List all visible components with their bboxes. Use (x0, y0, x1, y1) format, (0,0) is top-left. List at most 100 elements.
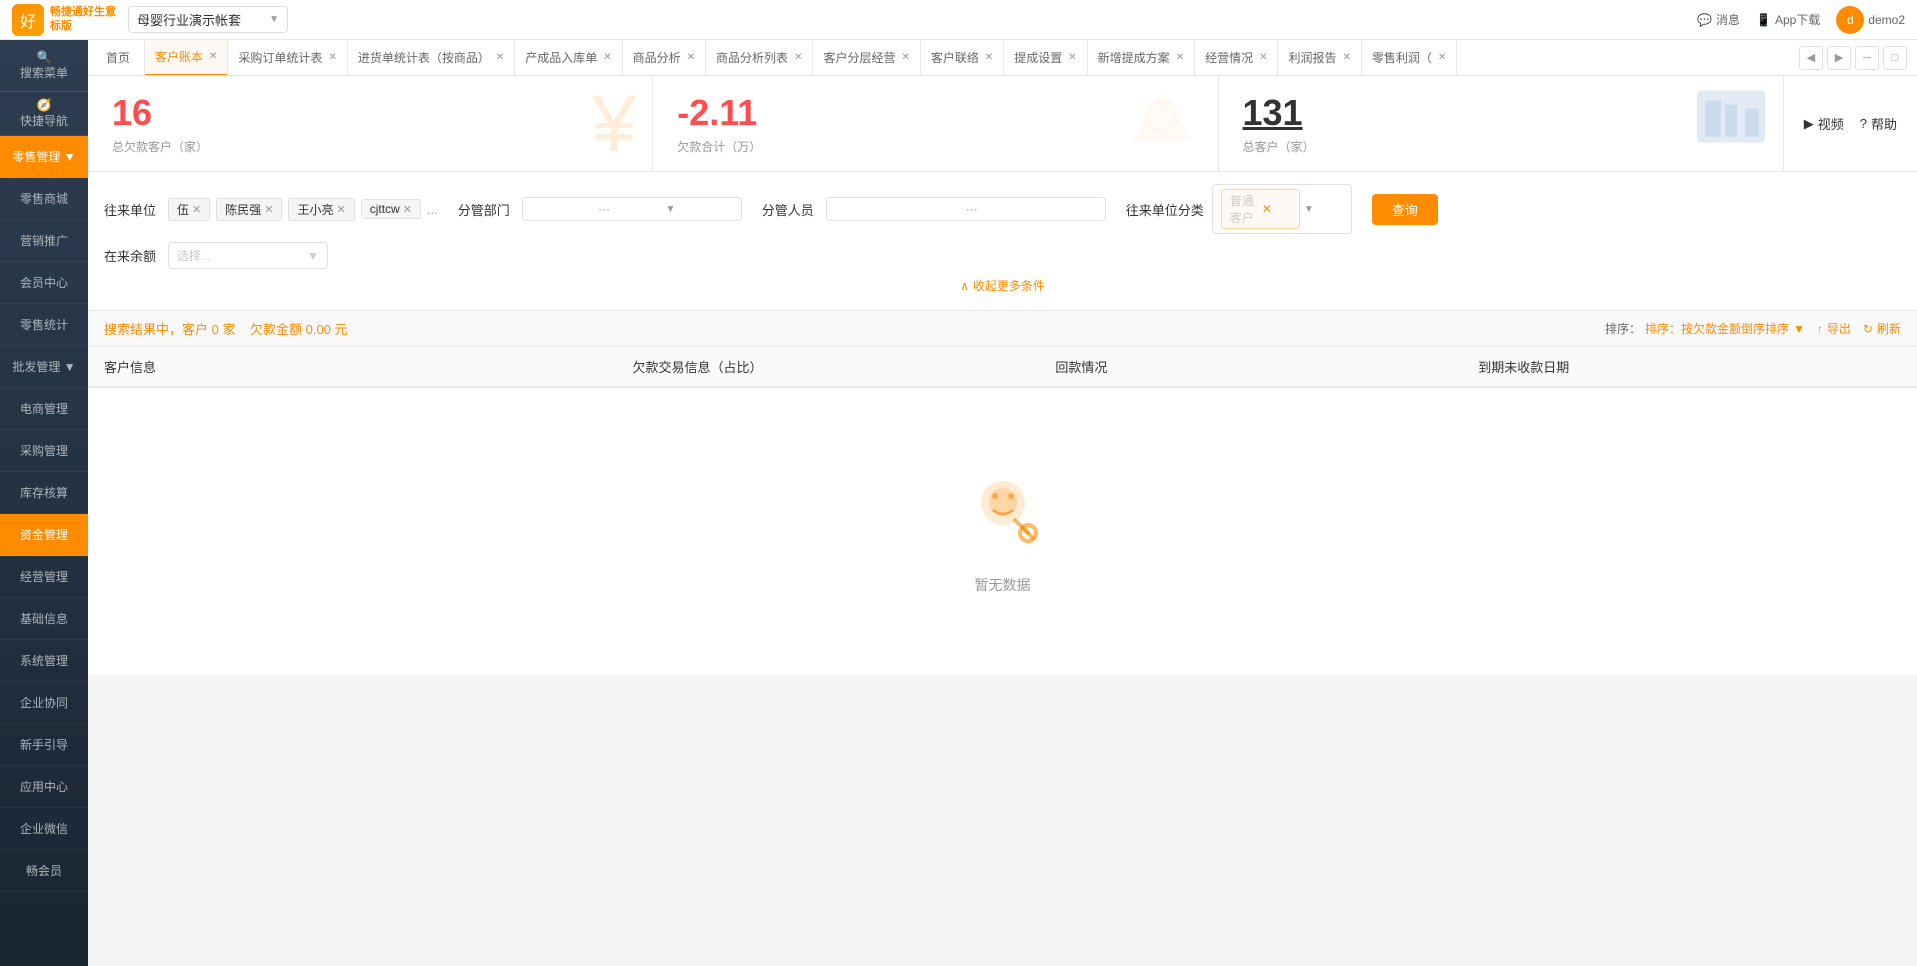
top-bar-right: 💬 消息 📱 App下载 d demo2 (1697, 6, 1905, 34)
tab-home[interactable]: 首页 (92, 40, 145, 76)
remove-tag-cjttcw[interactable]: ✕ (403, 203, 412, 216)
remove-tag-chen[interactable]: ✕ (264, 203, 273, 216)
collapse-button[interactable]: ∧ 收起更多条件 (952, 273, 1053, 298)
refresh-button[interactable]: ↻ 刷新 (1863, 320, 1901, 337)
export-icon: ↑ (1817, 322, 1823, 336)
remove-tag-wang[interactable]: ✕ (336, 203, 345, 216)
tab-business-status[interactable]: 经营情况 ✕ (1195, 40, 1278, 76)
tab-commission-setting[interactable]: 提成设置 ✕ (1004, 40, 1087, 76)
export-button[interactable]: ↑ 导出 (1817, 320, 1851, 337)
stat-bg-icon-customers: ¥ (592, 78, 637, 170)
stat-item-customers: 16 总欠款客户（家） ¥ (88, 76, 653, 171)
sidebar-item-retail-stats[interactable]: 零售统计 (0, 304, 88, 346)
sidebar-item-member-center[interactable]: 会员中心 (0, 262, 88, 304)
export-label: 导出 (1827, 320, 1851, 337)
sidebar-item-ecommerce[interactable]: 电商管理 (0, 388, 88, 430)
sidebar-item-wechat[interactable]: 企业微信 (0, 808, 88, 850)
app-download-button[interactable]: 📱 App下载 (1756, 11, 1820, 28)
tab-scroll-right[interactable]: ▶ (1827, 46, 1851, 70)
dropdown-arrow: ▼ (665, 204, 732, 215)
filter-select-category[interactable]: 普通客户 ✕ ▼ (1212, 184, 1352, 234)
store-dropdown-arrow: ▼ (269, 14, 279, 25)
tab-goods-analysis-list[interactable]: 商品分析列表 ✕ (706, 40, 813, 76)
query-button[interactable]: 查询 (1372, 194, 1438, 225)
remove-category-tag[interactable]: ✕ (1262, 202, 1291, 216)
close-icon[interactable]: ✕ (1176, 52, 1184, 63)
close-icon[interactable]: ✕ (794, 52, 802, 63)
tab-controls: ◀ ▶ ─ □ (1793, 46, 1913, 70)
close-icon[interactable]: ✕ (901, 52, 909, 63)
sidebar-item-label: 基础信息 (20, 612, 68, 626)
tab-label: 新增提成方案 (1098, 49, 1170, 66)
tab-incoming-stats[interactable]: 进货单统计表（按商品） ✕ (348, 40, 515, 76)
filter-tag-wang[interactable]: 王小亮 ✕ (288, 198, 354, 221)
filter-tag-cjttcw[interactable]: cjttcw ✕ (361, 199, 421, 219)
col-header-arrears: 欠款交易信息（占比） (633, 357, 1056, 376)
sidebar-quick-nav[interactable]: 🧭 快捷导航 (0, 92, 88, 136)
sidebar-item-marketing[interactable]: 营销推广 (0, 220, 88, 262)
tab-retail-profit[interactable]: 零售利润（ ✕ (1362, 40, 1457, 76)
tab-customer-tier[interactable]: 客户分层经营 ✕ (813, 40, 920, 76)
close-icon[interactable]: ✕ (603, 52, 611, 63)
filter-row-2: 在来余额 选择... ▼ (104, 242, 1901, 269)
tab-scroll-left[interactable]: ◀ (1799, 46, 1823, 70)
tab-maximize[interactable]: □ (1883, 46, 1907, 70)
video-label: 视频 (1818, 114, 1844, 133)
empty-text: 暂无数据 (975, 575, 1031, 595)
sidebar-item-label: 企业协同 (20, 696, 68, 710)
filter-more[interactable]: ... (427, 202, 438, 217)
tab-profit-report[interactable]: 利润报告 ✕ (1278, 40, 1361, 76)
result-arrears-amount: 0.00 (306, 322, 331, 337)
filter-select-balance[interactable]: 选择... ▼ (168, 242, 328, 269)
filter-tag-chen[interactable]: 陈民强 ✕ (216, 198, 282, 221)
close-icon[interactable]: ✕ (496, 52, 504, 63)
active-tag-ordinary[interactable]: 普通客户 ✕ (1221, 189, 1300, 229)
sidebar-item-retail[interactable]: 零售管理 ▼ (0, 136, 88, 178)
store-name: 母婴行业演示帐套 (137, 10, 241, 29)
col-header-repay: 回款情况 (1055, 357, 1478, 376)
filter-tag-wu[interactable]: 伍 ✕ (168, 198, 210, 221)
close-icon[interactable]: ✕ (328, 52, 336, 63)
sort-selector[interactable]: 排序： 排序：按欠款金额倒序排序 ▼ (1605, 320, 1805, 337)
message-button[interactable]: 💬 消息 (1697, 11, 1740, 28)
close-icon[interactable]: ✕ (1438, 52, 1446, 63)
sidebar-item-inventory[interactable]: 库存核算 (0, 472, 88, 514)
sidebar-item-system[interactable]: 系统管理 (0, 640, 88, 682)
col-header-customer: 客户信息 (104, 357, 633, 376)
sidebar-item-app-center[interactable]: 应用中心 (0, 766, 88, 808)
sidebar-item-finance[interactable]: 资金管理 (0, 514, 88, 556)
sidebar-item-retail-mall[interactable]: 零售商城 (0, 178, 88, 220)
filter-select-dept[interactable]: ··· ▼ (522, 197, 742, 221)
dots-icon: ··· (966, 202, 1097, 216)
store-selector[interactable]: 母婴行业演示帐套 ▼ (128, 6, 288, 33)
close-icon[interactable]: ✕ (985, 52, 993, 63)
stat-label-customers: 总欠款客户（家） (112, 138, 208, 155)
tab-customer-contact[interactable]: 客户联络 ✕ (921, 40, 1004, 76)
filter-select-person[interactable]: ··· (826, 197, 1106, 221)
sidebar-item-basic-info[interactable]: 基础信息 (0, 598, 88, 640)
tab-purchase-order[interactable]: 采购订单统计表 ✕ (228, 40, 347, 76)
tab-add-commission[interactable]: 新增提成方案 ✕ (1088, 40, 1195, 76)
tab-product-in[interactable]: 产成品入库单 ✕ (515, 40, 622, 76)
close-icon[interactable]: ✕ (687, 52, 695, 63)
close-icon[interactable]: ✕ (1068, 52, 1076, 63)
close-icon[interactable]: ✕ (209, 51, 217, 62)
tab-goods-analysis[interactable]: 商品分析 ✕ (623, 40, 706, 76)
sidebar-item-operations[interactable]: 经营管理 (0, 556, 88, 598)
user-area[interactable]: d demo2 (1836, 6, 1905, 34)
stat-content-arrears: -2.11 欠款合计（万） (677, 92, 761, 155)
tab-customer-account[interactable]: 客户账本 ✕ (145, 40, 228, 76)
sidebar-item-newbie[interactable]: 新手引导 (0, 724, 88, 766)
sidebar-item-chang-member[interactable]: 畅会员 (0, 850, 88, 892)
close-icon[interactable]: ✕ (1343, 52, 1351, 63)
dropdown-arrow: ▼ (1304, 204, 1343, 215)
sidebar-search[interactable]: 🔍 搜索菜单 (0, 40, 88, 92)
sidebar-item-enterprise-collab[interactable]: 企业协同 (0, 682, 88, 724)
tab-minimize[interactable]: ─ (1855, 46, 1879, 70)
video-link[interactable]: ▶ 视频 (1804, 114, 1844, 133)
help-link[interactable]: ? 帮助 (1860, 114, 1897, 133)
sidebar-item-wholesale[interactable]: 批发管理 ▼ (0, 346, 88, 388)
sidebar-item-purchase[interactable]: 采购管理 (0, 430, 88, 472)
close-icon[interactable]: ✕ (1259, 52, 1267, 63)
remove-tag-wu[interactable]: ✕ (192, 203, 201, 216)
